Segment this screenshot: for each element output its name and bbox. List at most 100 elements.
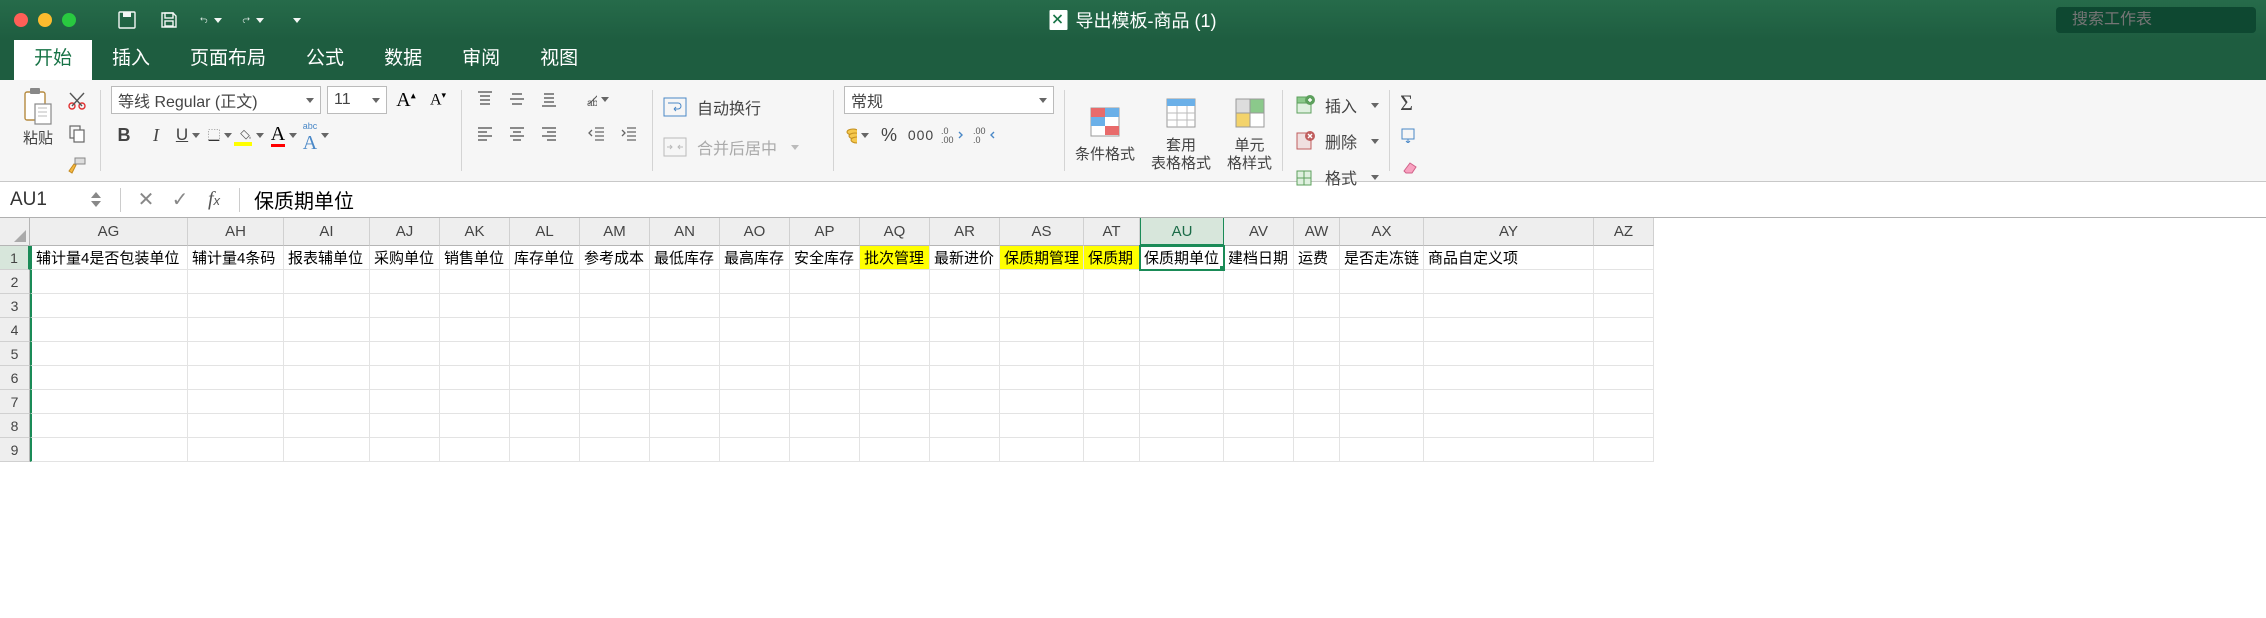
- cell-AH6[interactable]: [188, 366, 284, 390]
- cell-AX7[interactable]: [1340, 390, 1424, 414]
- cell-AN1[interactable]: 最低库存: [650, 246, 720, 270]
- cell-AG4[interactable]: [30, 318, 188, 342]
- minimize-window-icon[interactable]: [38, 13, 52, 27]
- column-header-AT[interactable]: AT: [1084, 218, 1140, 246]
- bold-button[interactable]: B: [111, 122, 137, 148]
- cell-AU7[interactable]: [1140, 390, 1224, 414]
- cell-AS8[interactable]: [1000, 414, 1084, 438]
- cell-AL2[interactable]: [510, 270, 580, 294]
- cell-AY4[interactable]: [1424, 318, 1594, 342]
- cell-AS2[interactable]: [1000, 270, 1084, 294]
- cell-AP4[interactable]: [790, 318, 860, 342]
- decrease-font-button[interactable]: A▾: [425, 87, 451, 113]
- cell-AO9[interactable]: [720, 438, 790, 462]
- cell-AY1[interactable]: 商品自定义项: [1424, 246, 1594, 270]
- cell-AR1[interactable]: 最新进价: [930, 246, 1000, 270]
- cell-AP5[interactable]: [790, 342, 860, 366]
- cell-AG2[interactable]: [30, 270, 188, 294]
- align-left-button[interactable]: [472, 120, 498, 146]
- comma-button[interactable]: 000: [908, 122, 934, 148]
- cell-AG9[interactable]: [30, 438, 188, 462]
- fill-button[interactable]: [1400, 120, 1420, 150]
- save-icon[interactable]: [158, 9, 180, 31]
- border-button[interactable]: [207, 122, 233, 148]
- search-box[interactable]: [2056, 7, 2256, 33]
- column-header-AL[interactable]: AL: [510, 218, 580, 246]
- cell-AI9[interactable]: [284, 438, 370, 462]
- font-name-dropdown[interactable]: 等线 Regular (正文): [111, 86, 321, 114]
- cell-AU5[interactable]: [1140, 342, 1224, 366]
- select-all-corner[interactable]: [0, 218, 30, 246]
- cell-AQ3[interactable]: [860, 294, 930, 318]
- column-header-AM[interactable]: AM: [580, 218, 650, 246]
- undo-icon[interactable]: [200, 9, 222, 31]
- cell-AJ7[interactable]: [370, 390, 440, 414]
- cell-AV6[interactable]: [1224, 366, 1294, 390]
- paste-button[interactable]: 粘贴: [18, 86, 58, 147]
- cell-AR9[interactable]: [930, 438, 1000, 462]
- cell-AT3[interactable]: [1084, 294, 1140, 318]
- cell-AO4[interactable]: [720, 318, 790, 342]
- cell-AY6[interactable]: [1424, 366, 1594, 390]
- cell-AN3[interactable]: [650, 294, 720, 318]
- close-window-icon[interactable]: [14, 13, 28, 27]
- merge-center-button[interactable]: 合并后居中: [663, 130, 823, 164]
- column-header-AW[interactable]: AW: [1294, 218, 1340, 246]
- cell-AZ7[interactable]: [1594, 390, 1654, 414]
- column-header-AR[interactable]: AR: [930, 218, 1000, 246]
- cell-AL4[interactable]: [510, 318, 580, 342]
- column-header-AN[interactable]: AN: [650, 218, 720, 246]
- cell-AM7[interactable]: [580, 390, 650, 414]
- cell-AW5[interactable]: [1294, 342, 1340, 366]
- cell-AT6[interactable]: [1084, 366, 1140, 390]
- cell-AQ7[interactable]: [860, 390, 930, 414]
- cell-AX4[interactable]: [1340, 318, 1424, 342]
- cell-AU6[interactable]: [1140, 366, 1224, 390]
- cell-AJ6[interactable]: [370, 366, 440, 390]
- cell-AJ4[interactable]: [370, 318, 440, 342]
- row-header-9[interactable]: 9: [0, 438, 30, 462]
- cell-AV3[interactable]: [1224, 294, 1294, 318]
- tab-插入[interactable]: 插入: [92, 35, 170, 80]
- cell-AO8[interactable]: [720, 414, 790, 438]
- underline-button[interactable]: U: [175, 122, 201, 148]
- cell-AH9[interactable]: [188, 438, 284, 462]
- cell-AI3[interactable]: [284, 294, 370, 318]
- cell-AK3[interactable]: [440, 294, 510, 318]
- cell-AO2[interactable]: [720, 270, 790, 294]
- orientation-button[interactable]: ab: [584, 86, 610, 112]
- cell-AL3[interactable]: [510, 294, 580, 318]
- column-header-AK[interactable]: AK: [440, 218, 510, 246]
- cell-AN6[interactable]: [650, 366, 720, 390]
- cell-AJ2[interactable]: [370, 270, 440, 294]
- cell-AJ9[interactable]: [370, 438, 440, 462]
- column-header-AZ[interactable]: AZ: [1594, 218, 1654, 246]
- cell-AI5[interactable]: [284, 342, 370, 366]
- cut-button[interactable]: [64, 88, 90, 114]
- column-header-AX[interactable]: AX: [1340, 218, 1424, 246]
- cell-AV5[interactable]: [1224, 342, 1294, 366]
- enter-formula-button[interactable]: ✓: [163, 187, 197, 212]
- autosum-button[interactable]: Σ: [1400, 88, 1413, 118]
- align-center-button[interactable]: [504, 120, 530, 146]
- cell-AL7[interactable]: [510, 390, 580, 414]
- cell-AR5[interactable]: [930, 342, 1000, 366]
- column-header-AU[interactable]: AU: [1140, 218, 1224, 246]
- cell-AM5[interactable]: [580, 342, 650, 366]
- cell-AU1[interactable]: 保质期单位: [1140, 246, 1224, 270]
- cell-AT4[interactable]: [1084, 318, 1140, 342]
- cancel-formula-button[interactable]: ✕: [129, 187, 163, 212]
- cell-AZ3[interactable]: [1594, 294, 1654, 318]
- align-middle-button[interactable]: [504, 86, 530, 112]
- cell-AS9[interactable]: [1000, 438, 1084, 462]
- name-box[interactable]: AU1: [0, 182, 112, 217]
- cell-AS7[interactable]: [1000, 390, 1084, 414]
- cell-AG1[interactable]: 辅计量4是否包装单位: [30, 246, 188, 270]
- cell-AH8[interactable]: [188, 414, 284, 438]
- cell-AH3[interactable]: [188, 294, 284, 318]
- cell-AL8[interactable]: [510, 414, 580, 438]
- cell-AG7[interactable]: [30, 390, 188, 414]
- cell-AO1[interactable]: 最高库存: [720, 246, 790, 270]
- cell-AO7[interactable]: [720, 390, 790, 414]
- row-header-5[interactable]: 5: [0, 342, 30, 366]
